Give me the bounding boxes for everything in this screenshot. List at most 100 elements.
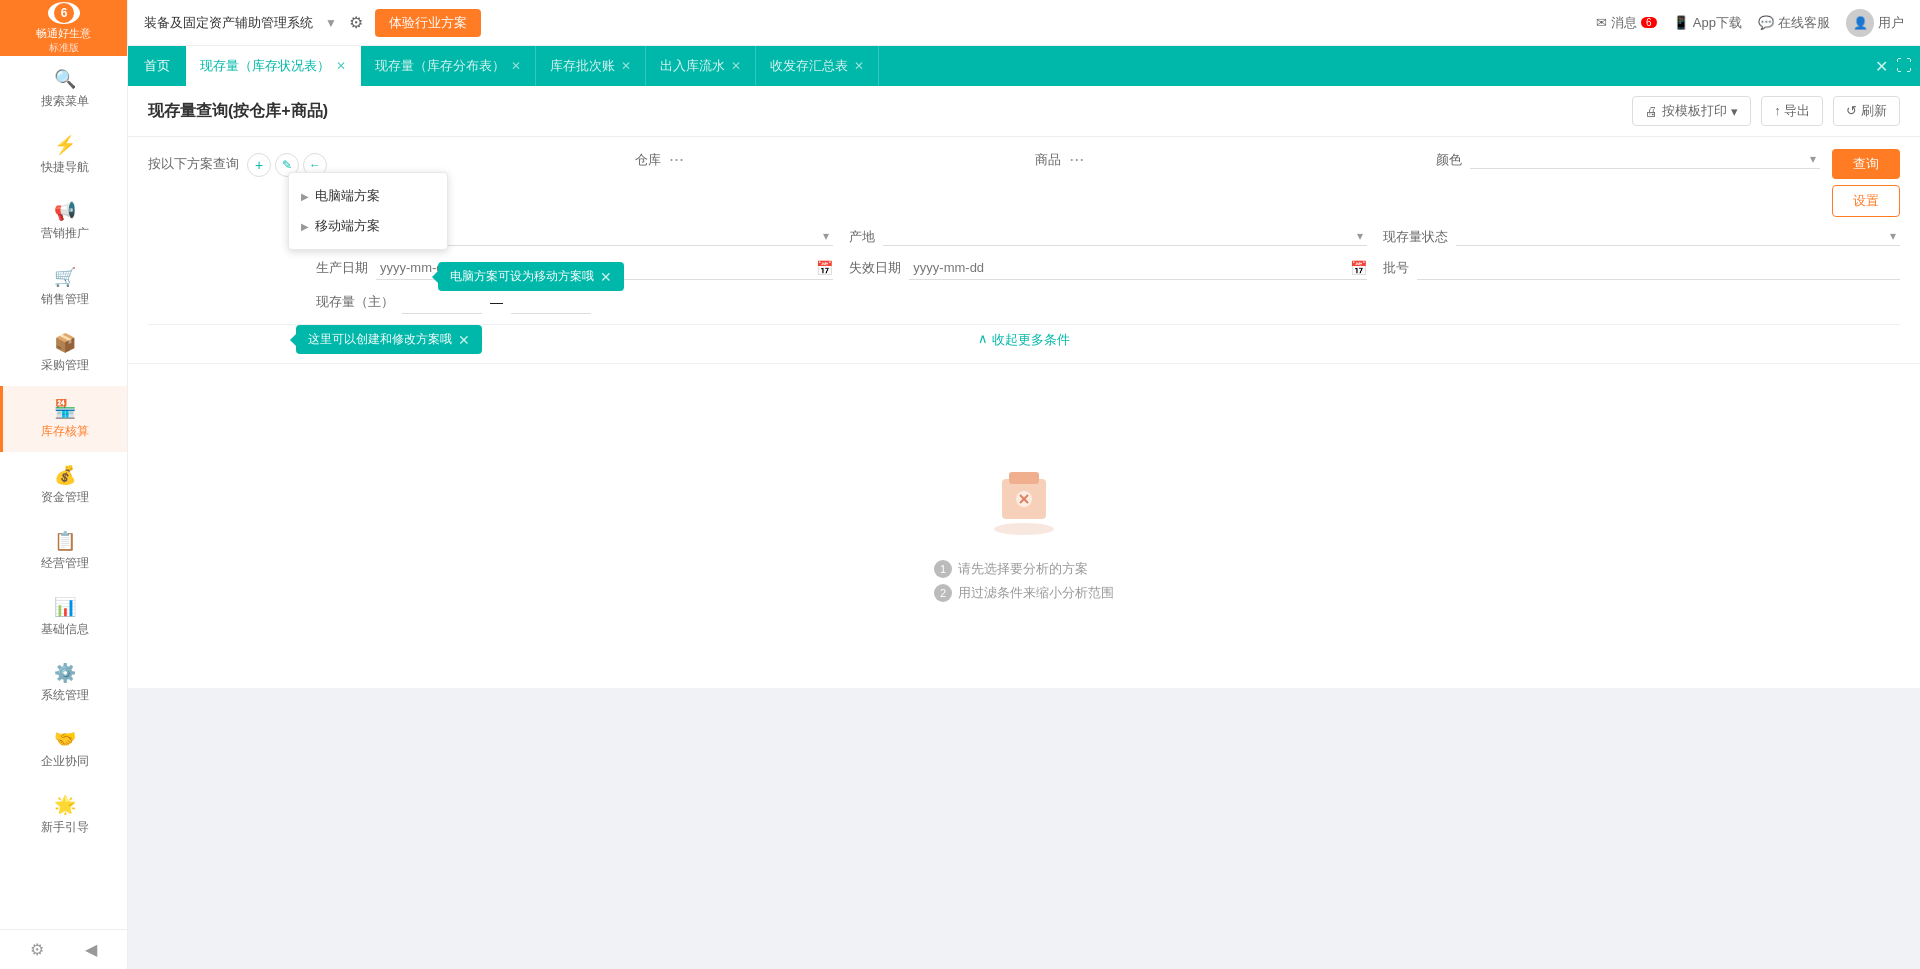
svg-rect-4: [1009, 472, 1039, 484]
sidebar-item-inventory-label: 库存核算: [41, 423, 89, 440]
batch-field: 批号: [1383, 256, 1900, 280]
sidebar-item-operations-label: 经营管理: [41, 555, 89, 572]
add-scheme-btn[interactable]: +: [247, 153, 271, 177]
color-label: 颜色: [1436, 151, 1462, 169]
size-dropdown-icon[interactable]: ▾: [823, 229, 829, 243]
print-icon: 🖨: [1645, 104, 1658, 119]
produce-date-calendar-icon[interactable]: 📅: [816, 260, 833, 276]
sidebar-item-search[interactable]: 🔍 搜索菜单: [0, 56, 127, 122]
tab-home[interactable]: 首页: [128, 46, 186, 86]
filter-row1-fields: 仓库 ··· 商品 ··· 颜色 ▾: [335, 149, 1820, 170]
marketing-icon: 📢: [54, 200, 76, 222]
filter-row-1: 按以下方案查询 + ✎ ← ▶ 电脑端方案 ▶ 移动端方案: [148, 149, 1900, 217]
refresh-btn[interactable]: ↺ 刷新: [1833, 96, 1900, 126]
tab-batch[interactable]: 库存批次账 ✕: [536, 46, 646, 86]
system-dropdown-icon[interactable]: ▼: [325, 16, 337, 30]
tab-stock-status-close[interactable]: ✕: [336, 59, 346, 73]
system-name: 装备及固定资产辅助管理系统: [144, 14, 313, 32]
expire-date-input[interactable]: [909, 256, 1349, 279]
scheme-item-pc[interactable]: ▶ 电脑端方案: [289, 181, 447, 211]
sidebar-item-operations[interactable]: 📋 经营管理: [0, 518, 127, 584]
goods-label: 商品: [1035, 151, 1061, 169]
sidebar-item-finance[interactable]: 💰 资金管理: [0, 452, 127, 518]
sidebar-item-guide[interactable]: 🌟 新手引导: [0, 782, 127, 848]
header-left: 装备及固定资产辅助管理系统 ▼ ⚙ 体验行业方案: [144, 9, 481, 37]
tab-summary[interactable]: 收发存汇总表 ✕: [756, 46, 879, 86]
user-item[interactable]: 👤 用户: [1846, 9, 1904, 37]
collapse-sidebar-icon[interactable]: ◀: [85, 940, 97, 959]
sidebar-item-system[interactable]: ⚙️ 系统管理: [0, 650, 127, 716]
tab-summary-close[interactable]: ✕: [854, 59, 864, 73]
stock-main-sep: —: [490, 295, 503, 310]
settings-bottom-icon[interactable]: ⚙: [30, 940, 44, 959]
tab-inout[interactable]: 出入库流水 ✕: [646, 46, 756, 86]
tip-num-1: 1: [934, 560, 952, 578]
sidebar-item-enterprise[interactable]: 🤝 企业协同: [0, 716, 127, 782]
page-title: 现存量查询(按仓库+商品): [148, 101, 328, 122]
page-actions: 🖨 按模板打印 ▾ ↑ 导出 ↺ 刷新: [1632, 96, 1900, 126]
user-label: 用户: [1878, 14, 1904, 32]
support-item[interactable]: 💬 在线客服: [1758, 14, 1830, 32]
tab-bar-end: ✕ ⛶: [1867, 57, 1920, 76]
app-download-item[interactable]: 📱 App下载: [1673, 14, 1742, 32]
tab-batch-close[interactable]: ✕: [621, 59, 631, 73]
scheme-item-mobile[interactable]: ▶ 移动端方案: [289, 211, 447, 241]
stock-main-max[interactable]: [511, 290, 591, 314]
finance-icon: 💰: [54, 464, 76, 486]
search-btn[interactable]: 查询: [1832, 149, 1900, 179]
origin-dropdown-icon[interactable]: ▾: [1357, 229, 1363, 243]
tip-num-2: 2: [934, 584, 952, 602]
tip-text-2: 用过滤条件来缩小分析范围: [958, 584, 1114, 602]
refresh-icon: ↺: [1846, 103, 1857, 118]
app-name: 畅通好生意: [36, 26, 91, 41]
industry-btn[interactable]: 体验行业方案: [375, 9, 481, 37]
stock-status-label: 现存量状态: [1383, 228, 1448, 246]
tab-stock-status[interactable]: 现存量（库存状况表） ✕: [186, 46, 361, 86]
sidebar-item-purchase-label: 采购管理: [41, 357, 89, 374]
quicknav-icon: ⚡: [54, 134, 76, 156]
set-btn[interactable]: 设置: [1832, 185, 1900, 217]
expire-date-field: 失效日期 📅: [849, 256, 1366, 280]
stock-main-min[interactable]: [402, 290, 482, 314]
collapse-arrow: ▶: [301, 221, 309, 232]
batch-input[interactable]: [1417, 256, 1900, 280]
template-print-btn[interactable]: 🖨 按模板打印 ▾: [1632, 96, 1751, 126]
top-header: 装备及固定资产辅助管理系统 ▼ ⚙ 体验行业方案 ✉ 消息 6 📱 App下载 …: [128, 0, 1920, 46]
sales-icon: 🛒: [54, 266, 76, 288]
tab-inout-close[interactable]: ✕: [731, 59, 741, 73]
collapse-label: 收起更多条件: [992, 331, 1070, 349]
header-right: ✉ 消息 6 📱 App下载 💬 在线客服 👤 用户: [1596, 9, 1904, 37]
scheme-item-mobile-label: 移动端方案: [315, 217, 380, 235]
logo-icon: 6: [48, 2, 80, 24]
sidebar-item-quicknav[interactable]: ⚡ 快捷导航: [0, 122, 127, 188]
settings-icon[interactable]: ⚙: [349, 13, 363, 32]
tab-fullscreen-icon[interactable]: ⛶: [1896, 57, 1912, 75]
tooltip-scheme-hint: 电脑方案可设为移动方案哦 ✕: [438, 262, 624, 291]
sidebar-item-basicinfo[interactable]: 📊 基础信息: [0, 584, 127, 650]
empty-state: 1 请先选择要分析的方案 2 用过滤条件来缩小分析范围: [128, 364, 1920, 688]
sidebar-item-inventory[interactable]: 🏪 库存核算: [0, 386, 127, 452]
expire-date-calendar-icon[interactable]: 📅: [1350, 260, 1367, 276]
scheme-panel: ▶ 电脑端方案 ▶ 移动端方案: [288, 172, 448, 250]
message-item[interactable]: ✉ 消息 6: [1596, 14, 1657, 32]
tooltip2-close[interactable]: ✕: [458, 332, 470, 348]
sidebar-item-sales-label: 销售管理: [41, 291, 89, 308]
tab-stock-dist-close[interactable]: ✕: [511, 59, 521, 73]
sidebar-item-purchase[interactable]: 📦 采购管理: [0, 320, 127, 386]
sidebar-item-marketing[interactable]: 📢 营销推广: [0, 188, 127, 254]
tab-stock-dist[interactable]: 现存量（库存分布表） ✕: [361, 46, 536, 86]
inventory-icon: 🏪: [54, 398, 76, 420]
origin-field: 产地 ▾: [849, 227, 1366, 246]
app-version: 标准版: [49, 41, 79, 55]
dropdown-arrow: ▾: [1731, 104, 1738, 119]
tooltip1-close[interactable]: ✕: [600, 269, 612, 285]
sidebar-item-sales[interactable]: 🛒 销售管理: [0, 254, 127, 320]
stock-status-dropdown-icon[interactable]: ▾: [1890, 229, 1896, 243]
tooltip1-text: 电脑方案可设为移动方案哦: [450, 268, 594, 285]
color-dropdown-icon[interactable]: ▾: [1810, 152, 1816, 166]
export-btn[interactable]: ↑ 导出: [1761, 96, 1823, 126]
warehouse-dots: ···: [669, 149, 684, 170]
page-header: 现存量查询(按仓库+商品) 🖨 按模板打印 ▾ ↑ 导出 ↺ 刷新: [128, 86, 1920, 137]
expire-date-label: 失效日期: [849, 259, 901, 277]
tab-close-all-icon[interactable]: ✕: [1875, 57, 1888, 76]
